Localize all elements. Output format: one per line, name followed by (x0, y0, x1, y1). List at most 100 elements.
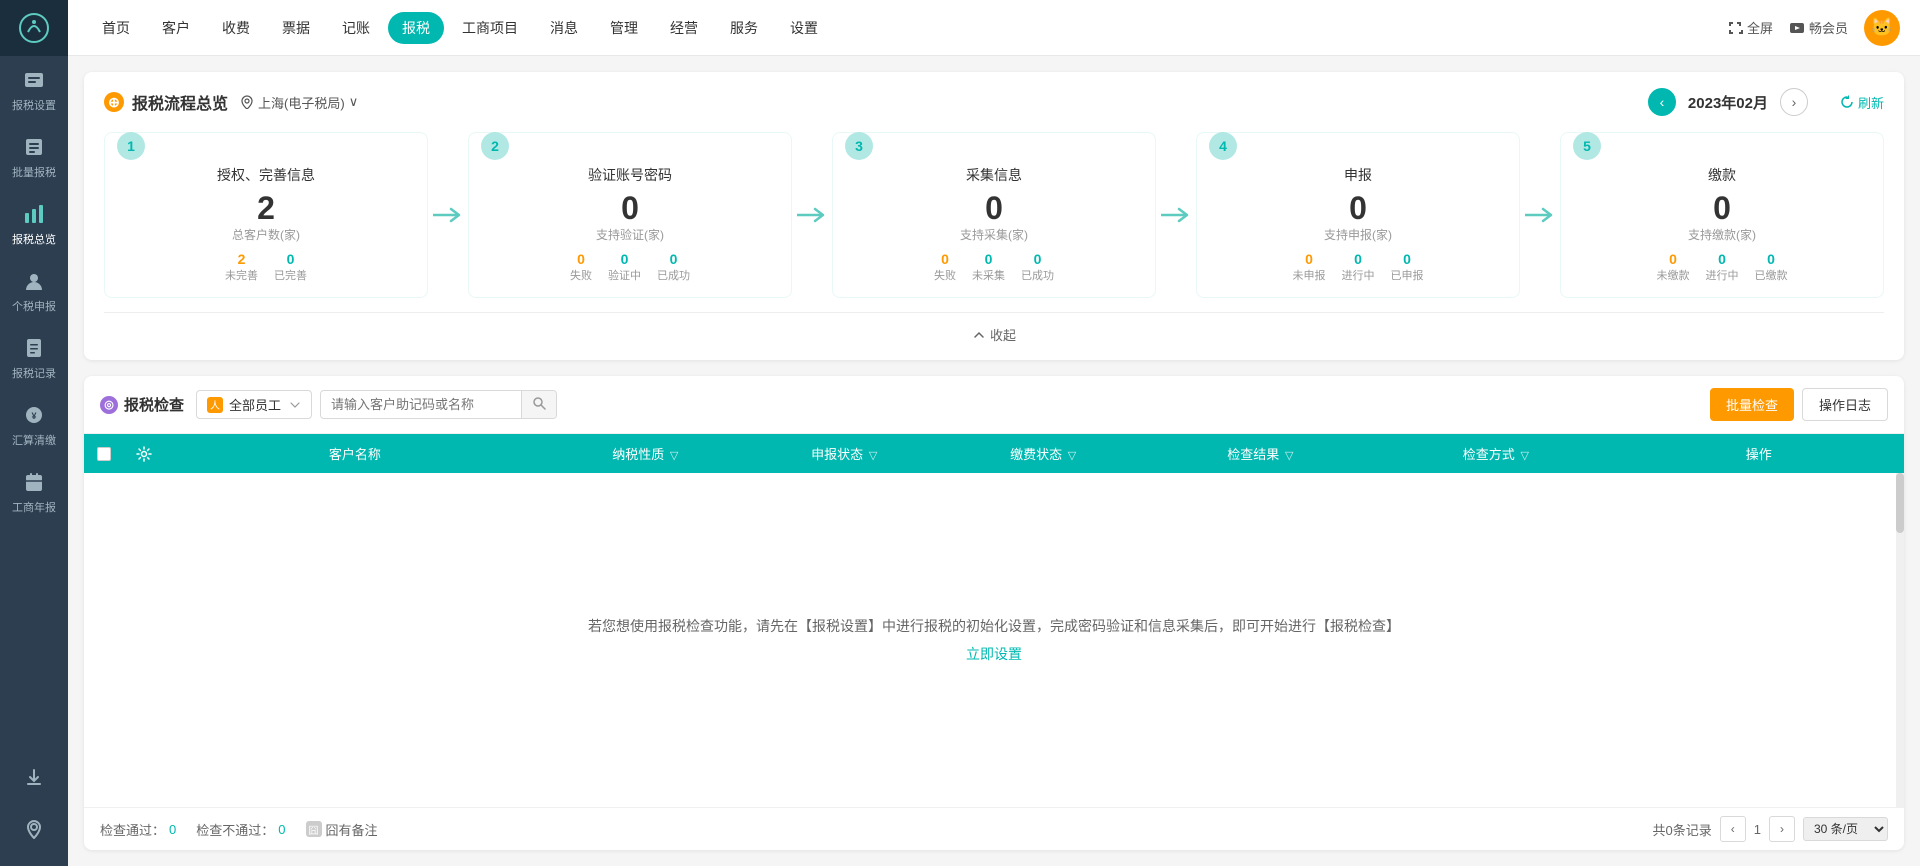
stat-num: 0 (670, 251, 678, 267)
step-bignum-4: 0 (1349, 191, 1367, 226)
th-pay-status[interactable]: 缴费状态 ▽ (944, 434, 1143, 473)
check-table: 客户名称 纳税性质 ▽ 申报状态 ▽ 缴费状态 ▽ 检查 (84, 434, 1904, 850)
topbar: 首页 客户 收费 票据 记账 报税 工商项目 消息 管理 经营 服务 设置 全屏 (68, 0, 1920, 56)
nav-business[interactable]: 工商项目 (448, 12, 532, 44)
step-bignum-3: 0 (985, 191, 1003, 226)
step-bignum-5: 0 (1713, 191, 1731, 226)
employee-filter[interactable]: 人 全部员工 (196, 390, 312, 419)
step-stat-1-1: 0 已完善 (274, 251, 307, 283)
sidebar-item-tax-overview[interactable]: 报税总览 (0, 190, 68, 257)
note-label: 囧有备注 (326, 820, 378, 839)
nav-management[interactable]: 管理 (596, 12, 652, 44)
step-title-4: 申报 (1344, 165, 1372, 185)
step-subtitle-5: 支持缴款(家) (1688, 226, 1756, 243)
th-check-method[interactable]: 检查方式 ▽ (1378, 434, 1614, 473)
sidebar-item-location[interactable] (0, 805, 68, 856)
flow-location[interactable]: 上海(电子税局) ∨ (240, 93, 358, 112)
fail-num[interactable]: 0 (278, 822, 285, 837)
search-box (320, 390, 557, 419)
check-header-right: 批量检查 操作日志 (1710, 388, 1888, 421)
nav-accounting[interactable]: 记账 (328, 12, 384, 44)
step-num-1: 1 (117, 132, 145, 160)
search-button[interactable] (521, 391, 556, 418)
step-bignum-1: 2 (257, 191, 275, 226)
stat-num: 2 (238, 251, 246, 267)
sidebar-item-settlement[interactable]: ¥ 汇算清缴 (0, 391, 68, 458)
vip-btn[interactable]: 畅会员 (1789, 18, 1848, 37)
step-title-2: 验证账号密码 (588, 165, 672, 185)
nav-invoices[interactable]: 票据 (268, 12, 324, 44)
nav-operations[interactable]: 经营 (656, 12, 712, 44)
personal-tax-icon (20, 267, 48, 295)
nav-fees[interactable]: 收费 (208, 12, 264, 44)
stat-label: 进行中 (1342, 267, 1375, 283)
sidebar-item-tax-settings[interactable]: 报税设置 (0, 56, 68, 123)
th-check-result[interactable]: 检查结果 ▽ (1143, 434, 1379, 473)
nav-settings[interactable]: 设置 (776, 12, 832, 44)
sidebar-item-personal-tax[interactable]: 个税申报 (0, 257, 68, 324)
table-header: 客户名称 纳税性质 ▽ 申报状态 ▽ 缴费状态 ▽ 检查 (84, 434, 1904, 473)
flow-nav: ‹ 2023年02月 › (1648, 88, 1808, 116)
collapse-btn[interactable]: 收起 (104, 325, 1884, 344)
search-input[interactable] (321, 392, 521, 417)
stat-num: 0 (1305, 251, 1313, 267)
flow-arrow-4 (1520, 132, 1560, 298)
nav-messages[interactable]: 消息 (536, 12, 592, 44)
sidebar-item-tax-records[interactable]: 报税记录 (0, 324, 68, 391)
th-gear[interactable] (124, 434, 164, 473)
nav-tax[interactable]: 报税 (388, 12, 444, 44)
header-checkbox[interactable] (97, 447, 111, 461)
setup-link[interactable]: 立即设置 (966, 646, 1022, 662)
nav-clients[interactable]: 客户 (148, 12, 204, 44)
pass-num[interactable]: 0 (169, 822, 176, 837)
svg-text:¥: ¥ (31, 411, 36, 421)
avatar[interactable]: 🐱 (1864, 10, 1900, 46)
annual-report-icon (20, 468, 48, 496)
location-small-icon (240, 95, 254, 109)
step-stat-5-0: 0 未缴款 (1657, 251, 1690, 283)
step-stats-5: 0 未缴款 0 进行中 0 已缴款 (1657, 251, 1788, 283)
stat-num: 0 (985, 251, 993, 267)
prev-page-btn[interactable]: ‹ (1720, 816, 1746, 842)
sidebar-item-batch-tax[interactable]: 批量报税 (0, 123, 68, 190)
batch-check-button[interactable]: 批量检查 (1710, 388, 1794, 421)
result-filter-tag: ▽ (1285, 450, 1293, 462)
nav-services[interactable]: 服务 (716, 12, 772, 44)
stat-label: 未缴款 (1657, 267, 1690, 283)
th-tax-nature[interactable]: 纳税性质 ▽ (546, 434, 745, 473)
content-area: ⊕ 报税流程总览 上海(电子税局) ∨ ‹ 2023年02月 › (68, 56, 1920, 866)
fullscreen-btn[interactable]: 全屏 (1727, 18, 1773, 37)
sidebar-item-download[interactable] (0, 754, 68, 805)
app-logo (0, 0, 68, 56)
step-stat-2-0: 0 失败 (570, 251, 592, 283)
step-subtitle-2: 支持验证(家) (596, 226, 664, 243)
prev-month-btn[interactable]: ‹ (1648, 88, 1676, 116)
topbar-right: 全屏 畅会员 🐱 (1727, 10, 1900, 46)
nav-home[interactable]: 首页 (88, 12, 144, 44)
operation-log-button[interactable]: 操作日志 (1802, 388, 1888, 421)
step-stats-4: 0 未申报 0 进行中 0 已申报 (1293, 251, 1424, 283)
stat-label: 已完善 (274, 267, 307, 283)
step-stat-3-2: 0 已成功 (1021, 251, 1054, 283)
stat-label: 失败 (934, 267, 956, 283)
sidebar-item-annual-report[interactable]: 工商年报 (0, 458, 68, 525)
fail-stat: 检查不通过： 0 (196, 820, 285, 839)
check-title: ◎ 报税检查 (100, 394, 184, 415)
sidebar-label-tax-records: 报税记录 (12, 365, 56, 381)
flow-steps: 1 授权、完善信息 2 总客户数(家) 2 未完善 0 已完善 (104, 132, 1884, 298)
video-icon (1789, 20, 1805, 36)
next-page-btn[interactable]: › (1769, 816, 1795, 842)
step-title-3: 采集信息 (966, 165, 1022, 185)
settlement-icon: ¥ (20, 401, 48, 429)
page-size-select[interactable]: 30 条/页 50 条/页 100 条/页 (1803, 817, 1888, 841)
stat-num: 0 (287, 251, 295, 267)
th-checkbox[interactable] (84, 434, 124, 473)
pass-label: 检查通过： (100, 820, 165, 839)
location-chevron: ∨ (349, 94, 359, 110)
sidebar-label-personal-tax: 个税申报 (12, 298, 56, 314)
table-scrollbar[interactable] (1896, 473, 1904, 807)
step-subtitle-1: 总客户数(家) (232, 226, 300, 243)
refresh-btn[interactable]: 刷新 (1840, 93, 1884, 112)
next-month-btn[interactable]: › (1780, 88, 1808, 116)
th-declare-status[interactable]: 申报状态 ▽ (745, 434, 944, 473)
